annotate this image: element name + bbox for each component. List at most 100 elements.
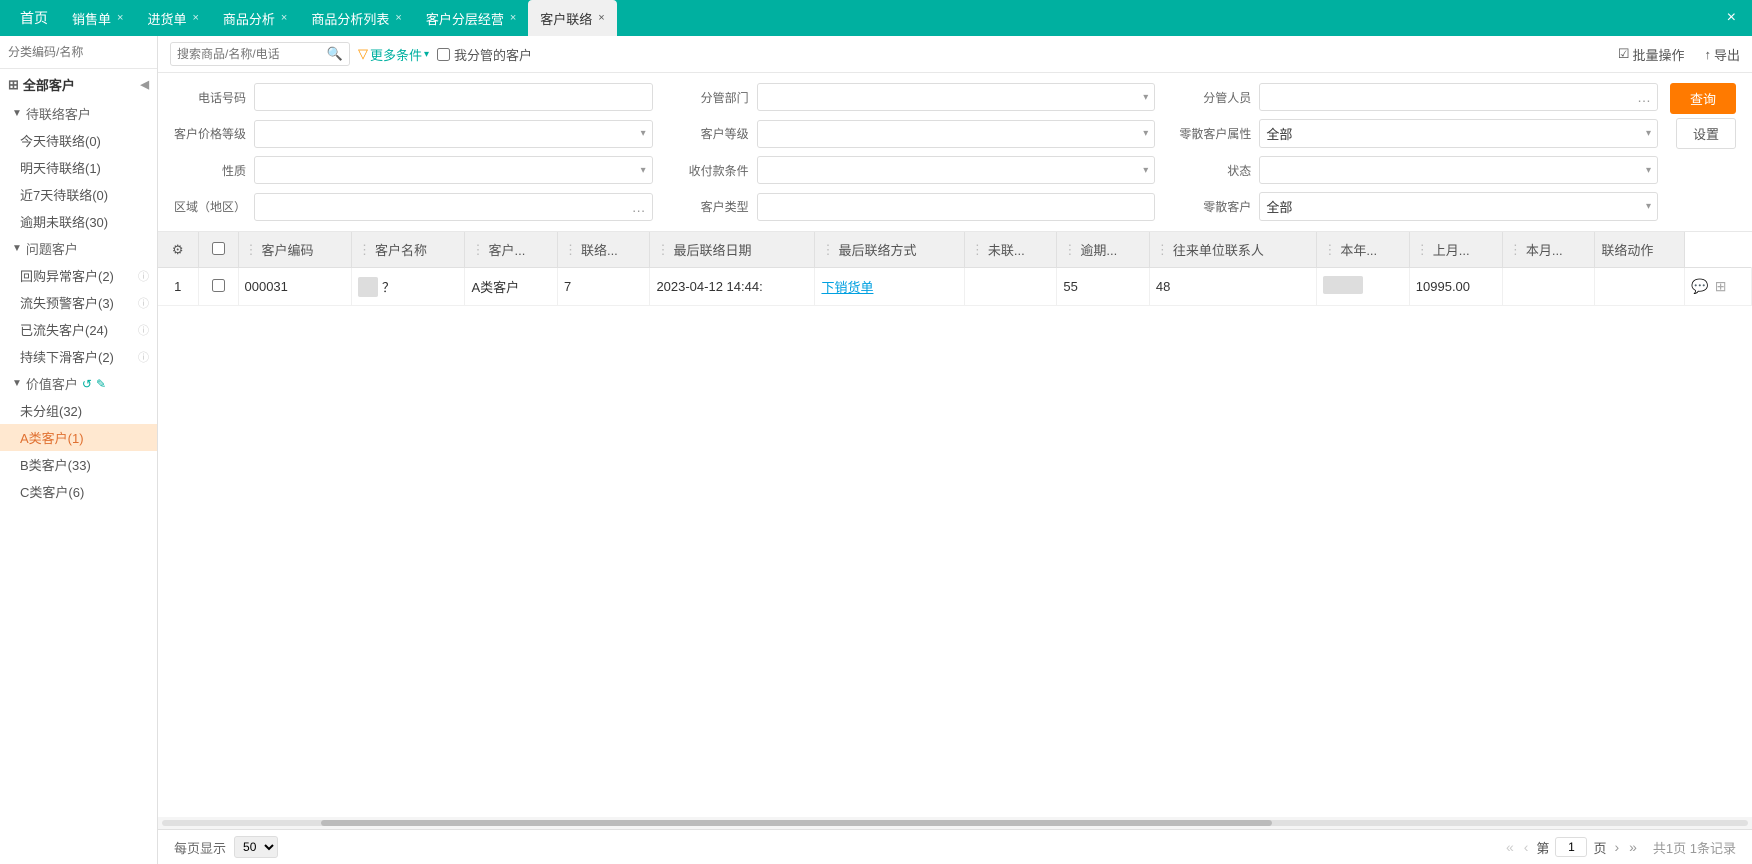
td-contacts <box>1317 268 1409 306</box>
nav-tab-analysis[interactable]: 商品分析 × <box>211 0 299 36</box>
search-input[interactable] <box>177 47 323 61</box>
content-area: 🔍 ▽ 更多条件 ▾ 我分管的客户 ☑ 批量操作 ↑ 导出 <box>158 36 1752 864</box>
horizontal-scrollbar[interactable] <box>158 817 1752 829</box>
sidebar-search-input[interactable] <box>8 45 158 59</box>
sidebar-item-overdue[interactable]: 逾期未联络(30) <box>0 208 157 235</box>
sidebar-item-today[interactable]: 今天待联络(0) <box>0 127 157 154</box>
filter-manager-input[interactable]: … <box>1259 83 1658 111</box>
next-page-btn[interactable]: › <box>1612 839 1621 855</box>
close-tab-customer-tier[interactable]: × <box>510 12 516 24</box>
filter-payment-input[interactable]: ▾ <box>757 156 1156 184</box>
price-level-arrow: ▾ <box>641 128 646 139</box>
sidebar-item-c-class[interactable]: C类客户(6) <box>0 478 157 505</box>
name-cell: ？ <box>358 277 458 297</box>
sidebar-item-churn-warning[interactable]: 流失预警客户(3) ⓘ <box>0 289 157 316</box>
manager-more-dots: … <box>1637 89 1651 105</box>
th-last-month[interactable]: 上月... <box>1409 232 1502 268</box>
nav-tab-sales[interactable]: 销售单 × <box>60 0 135 36</box>
last-method-link[interactable]: 下销货单 <box>821 280 873 295</box>
all-customers-label: 全部客户 <box>23 75 75 94</box>
th-this-month[interactable]: 本月... <box>1502 232 1594 268</box>
th-customer-type[interactable]: 客户... <box>465 232 557 268</box>
my-customers-checkbox[interactable] <box>437 48 450 61</box>
filter-price-level: 客户价格等级 ▾ <box>174 120 653 148</box>
row-checkbox[interactable] <box>212 279 225 292</box>
scrollbar-thumb[interactable] <box>321 820 1273 826</box>
td-last-date: 2023-04-12 14:44: <box>650 268 815 306</box>
th-last-contact-method[interactable]: 最后联络方式 <box>815 232 964 268</box>
batch-op-button[interactable]: ☑ 批量操作 <box>1618 45 1685 64</box>
first-page-btn[interactable]: « <box>1504 839 1516 855</box>
th-settings[interactable]: ⚙ <box>158 232 198 268</box>
search-button[interactable]: 查询 <box>1670 83 1736 114</box>
sidebar-group-pending[interactable]: ▼ 待联络客户 <box>0 100 157 127</box>
page-navigation: « ‹ 第 页 › » 共1页 1条记录 <box>1504 837 1736 857</box>
grid-icon: ⊞ <box>8 77 19 93</box>
filter-status-input[interactable]: ▾ <box>1259 156 1658 184</box>
sidebar-item-7days[interactable]: 近7天待联络(0) <box>0 181 157 208</box>
close-tab-analysis[interactable]: × <box>281 12 287 24</box>
refresh-icon[interactable]: ↺ <box>82 377 92 391</box>
sidebar-item-b-class[interactable]: B类客户(33) <box>0 451 157 478</box>
sidebar-item-repurchase[interactable]: 回购异常客户(2) ⓘ <box>0 262 157 289</box>
filter-price-level-input[interactable]: ▾ <box>254 120 653 148</box>
main-layout: 🔍 ⊞ 全部客户 ◀ ▼ 待联络客户 今天待联络(0) 明天待联络(1) 近7天… <box>0 36 1752 864</box>
close-tab-sales[interactable]: × <box>117 12 123 24</box>
page-size-label: 每页显示 <box>174 838 226 857</box>
sidebar-item-declining[interactable]: 持续下滑客户(2) ⓘ <box>0 343 157 370</box>
filter-customer-level-input[interactable]: ▾ <box>757 120 1156 148</box>
sidebar-item-ungrouped[interactable]: 未分组(32) <box>0 397 157 424</box>
filter-dept-input[interactable]: ▾ <box>757 83 1156 111</box>
nav-tab-customer-tier[interactable]: 客户分层经营 × <box>414 0 528 36</box>
th-contact-count[interactable]: 联络... <box>557 232 649 268</box>
dept-dropdown-arrow: ▾ <box>1143 92 1148 103</box>
filter-dept: 分管部门 ▾ <box>677 83 1156 111</box>
th-code[interactable]: 客户编码 <box>238 232 351 268</box>
nav-tab-purchase[interactable]: 进货单 × <box>135 0 210 36</box>
page-input[interactable] <box>1555 837 1587 857</box>
sidebar-group-problem[interactable]: ▼ 问题客户 <box>0 235 157 262</box>
filter-phone-input[interactable] <box>254 83 653 111</box>
sidebar-item-a-class[interactable]: A类客户(1) <box>0 424 157 451</box>
edit-icon[interactable]: ✎ <box>96 377 106 391</box>
th-this-year[interactable]: 本年... <box>1317 232 1409 268</box>
nav-home[interactable]: 首页 <box>8 0 60 36</box>
th-overdue[interactable]: 逾期... <box>1057 232 1149 268</box>
filter-customer-type-input[interactable] <box>757 193 1156 221</box>
page-size-select[interactable]: 50 <box>234 836 278 858</box>
filter-retail-input[interactable]: 全部 ▾ <box>1259 192 1658 221</box>
nav-tab-analysis-list[interactable]: 商品分析列表 × <box>299 0 413 36</box>
grid-action-icon[interactable]: ⊞ <box>1715 278 1727 295</box>
th-last-contact-date[interactable]: 最后联络日期 <box>650 232 815 268</box>
export-button[interactable]: ↑ 导出 <box>1704 45 1740 64</box>
last-page-btn[interactable]: » <box>1627 839 1639 855</box>
filter-retail-attr-input[interactable]: 全部 ▾ <box>1259 119 1658 148</box>
search-icon[interactable]: 🔍 <box>327 46 343 62</box>
sidebar-item-tomorrow[interactable]: 明天待联络(1) <box>0 154 157 181</box>
close-all-button[interactable]: × <box>1719 9 1744 27</box>
filter-region-input[interactable]: … <box>254 193 653 221</box>
retail-arrow: ▾ <box>1646 201 1651 212</box>
settings-icon[interactable]: ⚙ <box>172 242 184 257</box>
close-tab-purchase[interactable]: × <box>192 12 198 24</box>
th-contacts[interactable]: 往来单位联系人 <box>1149 232 1316 268</box>
th-not-contacted[interactable]: 未联... <box>964 232 1056 268</box>
td-code: 000031 <box>238 268 351 306</box>
setting-button[interactable]: 设置 <box>1676 118 1736 149</box>
close-tab-customer-contact[interactable]: × <box>598 12 604 24</box>
nav-tab-customer-contact[interactable]: 客户联络 × <box>528 0 616 36</box>
th-name[interactable]: 客户名称 <box>351 232 464 268</box>
more-filters-button[interactable]: ▽ 更多条件 ▾ <box>358 45 429 64</box>
prev-page-btn[interactable]: ‹ <box>1522 839 1531 855</box>
sidebar-group-value[interactable]: ▼ 价值客户 ↺ ✎ <box>0 370 157 397</box>
select-all-checkbox[interactable] <box>212 242 225 255</box>
sidebar-item-churned[interactable]: 已流失客户(24) ⓘ <box>0 316 157 343</box>
collapse-sidebar-icon[interactable]: ◀ <box>141 78 149 91</box>
close-tab-analysis-list[interactable]: × <box>395 12 401 24</box>
all-customers-header[interactable]: ⊞ 全部客户 ◀ <box>0 69 157 100</box>
filter-row-1: 电话号码 分管部门 ▾ 分管人员 <box>174 83 1658 111</box>
advanced-filter: 电话号码 分管部门 ▾ 分管人员 <box>158 73 1752 232</box>
chat-icon[interactable]: 💬 <box>1691 278 1708 295</box>
filter-nature-input[interactable]: ▾ <box>254 156 653 184</box>
triangle-icon-2: ▼ <box>12 243 22 254</box>
